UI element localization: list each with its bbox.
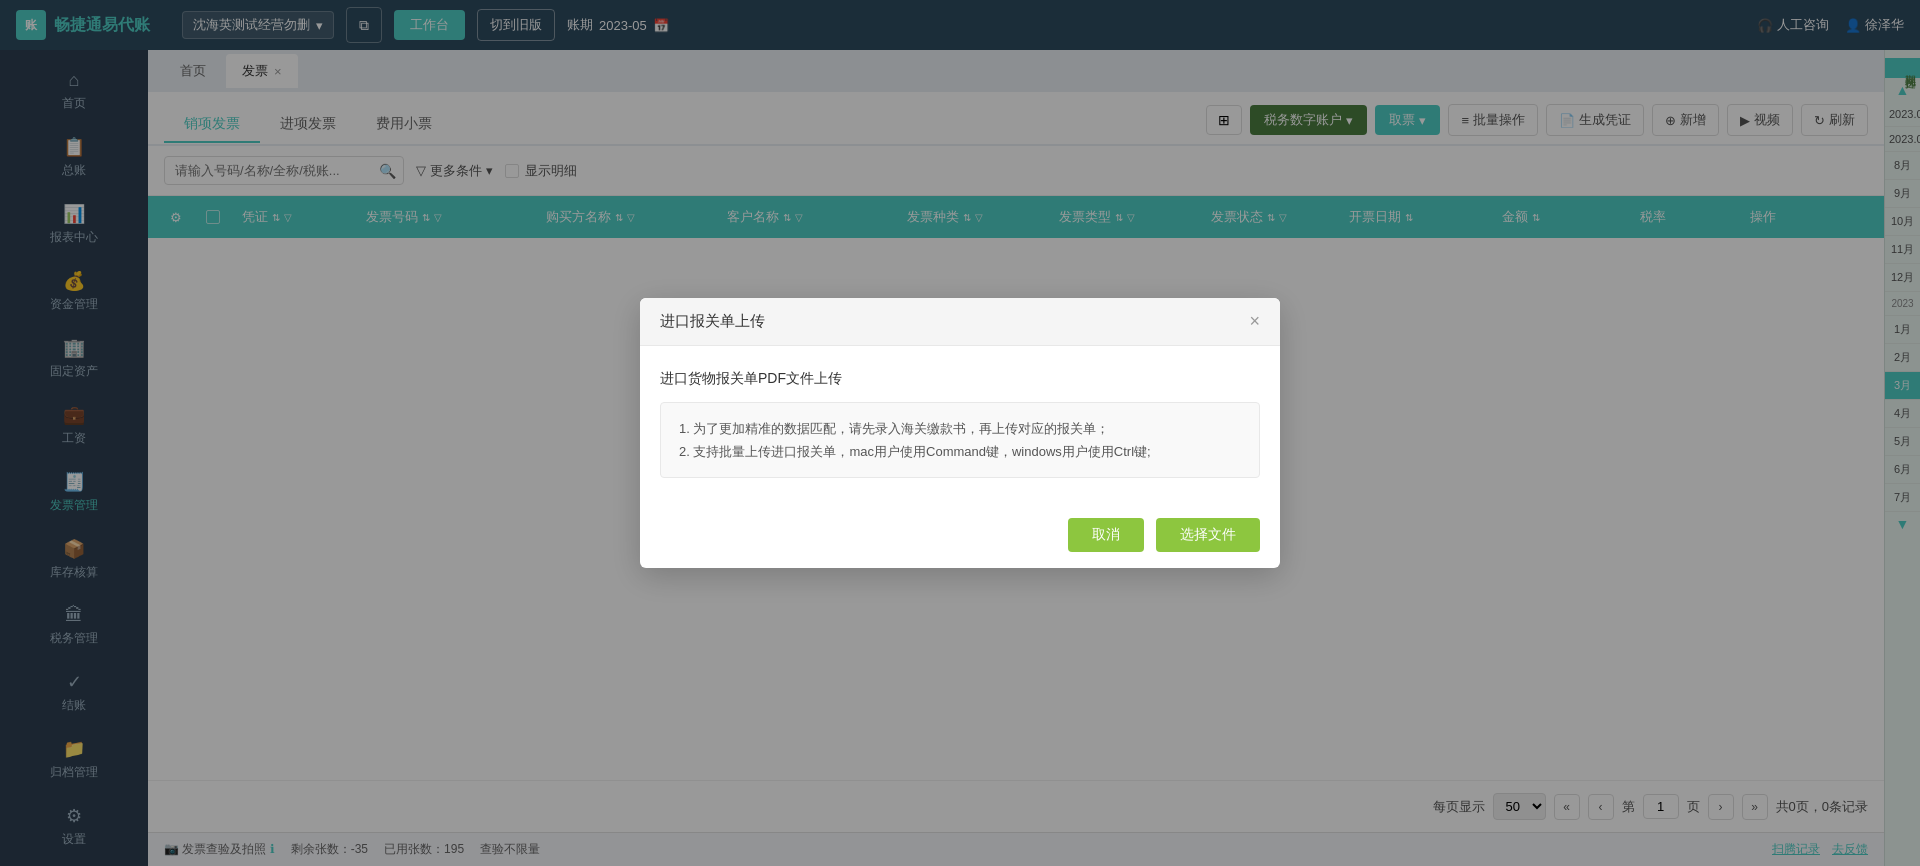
modal-body: 进口货物报关单PDF文件上传 1. 为了更加精准的数据匹配，请先录入海关缴款书，… <box>640 346 1280 503</box>
upload-instructions: 1. 为了更加精准的数据匹配，请先录入海关缴款书，再上传对应的报关单； 2. 支… <box>660 402 1260 479</box>
modal-dialog: 进口报关单上传 × 进口货物报关单PDF文件上传 1. 为了更加精准的数据匹配，… <box>640 298 1280 569</box>
modal-title: 进口报关单上传 <box>660 312 765 331</box>
modal-select-file-button[interactable]: 选择文件 <box>1156 518 1260 552</box>
modal-close-button[interactable]: × <box>1249 312 1260 330</box>
modal-overlay[interactable]: 进口报关单上传 × 进口货物报关单PDF文件上传 1. 为了更加精准的数据匹配，… <box>0 0 1920 866</box>
modal-footer: 取消 选择文件 <box>640 502 1280 568</box>
modal-cancel-button[interactable]: 取消 <box>1068 518 1144 552</box>
upload-title: 进口货物报关单PDF文件上传 <box>660 370 1260 388</box>
instruction-item-2: 2. 支持批量上传进口报关单，mac用户使用Command键，windows用户… <box>679 440 1241 463</box>
modal-header: 进口报关单上传 × <box>640 298 1280 346</box>
instruction-item-1: 1. 为了更加精准的数据匹配，请先录入海关缴款书，再上传对应的报关单； <box>679 417 1241 440</box>
